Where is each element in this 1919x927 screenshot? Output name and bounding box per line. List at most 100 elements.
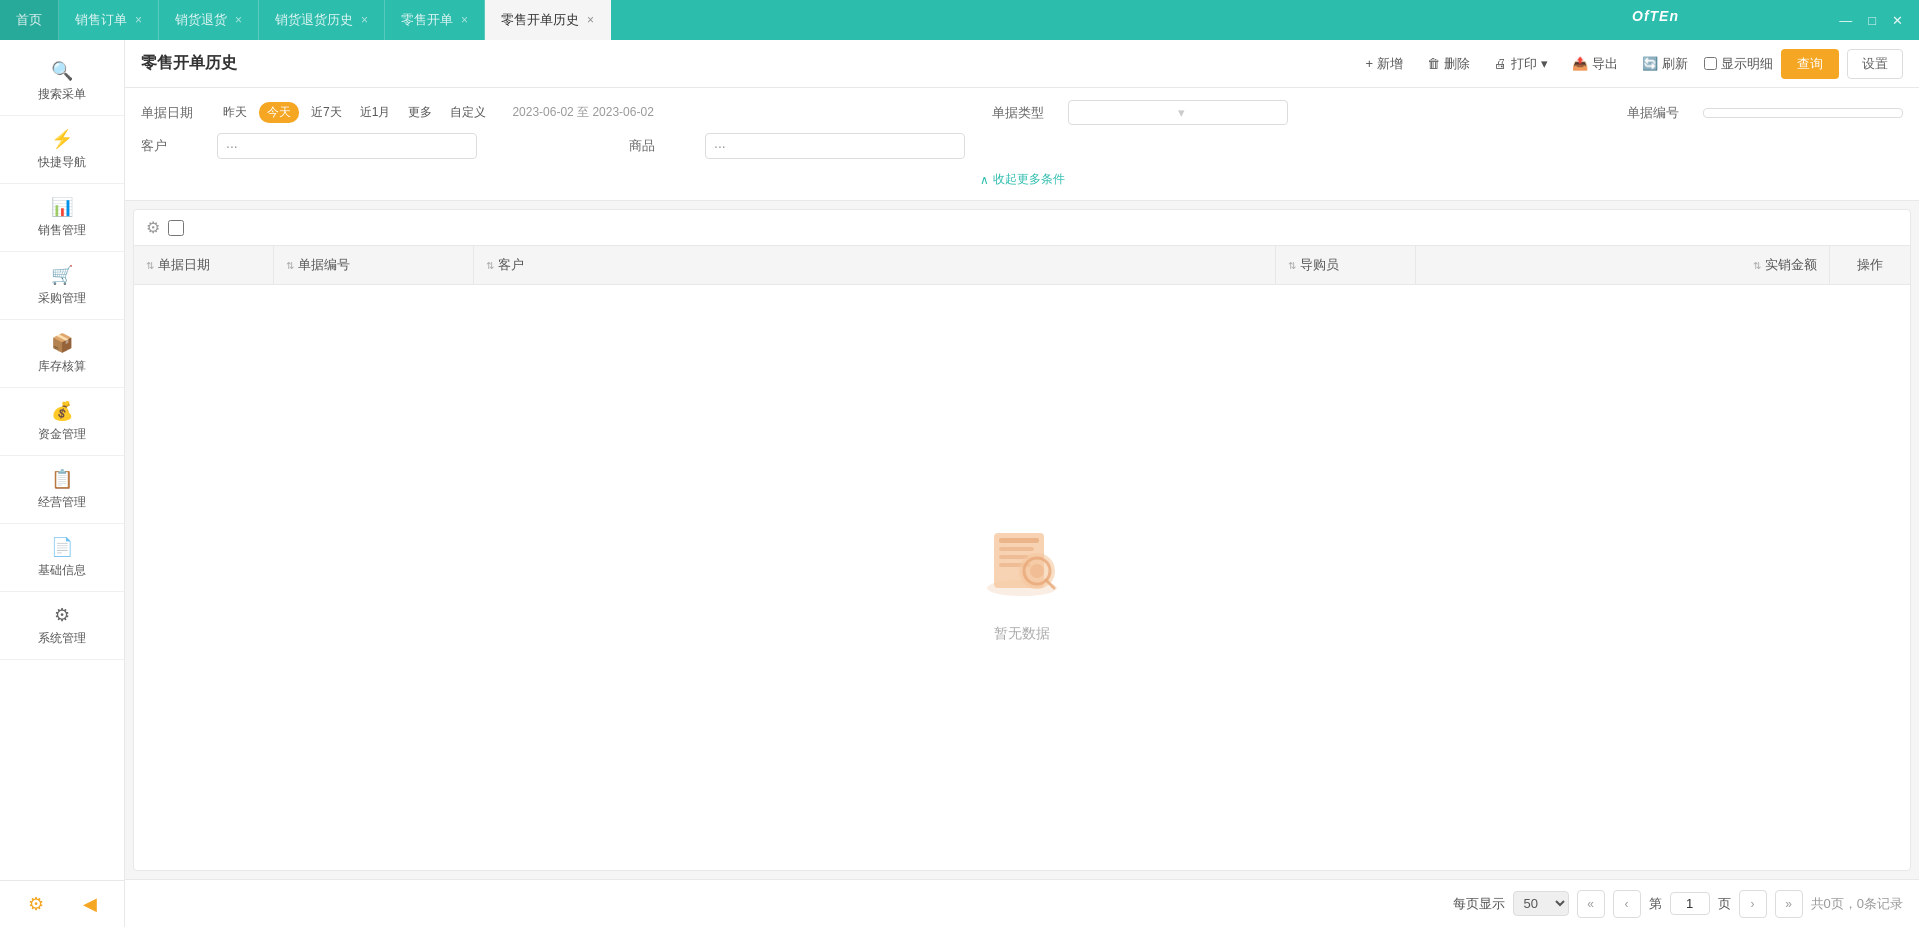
add-icon: + bbox=[1365, 56, 1373, 71]
refresh-icon: 🔄 bbox=[1642, 56, 1658, 71]
goods-input[interactable]: ··· bbox=[705, 133, 965, 159]
search-icon: 🔍 bbox=[51, 60, 73, 82]
first-page-button[interactable]: « bbox=[1577, 890, 1605, 918]
date-range-text: 2023-06-02 至 2023-06-02 bbox=[512, 104, 653, 121]
query-button[interactable]: 查询 bbox=[1781, 49, 1839, 79]
date-btn-last-month[interactable]: 近1月 bbox=[354, 102, 397, 123]
maximize-button[interactable]: □ bbox=[1868, 13, 1876, 28]
tab-close-sales-return[interactable]: × bbox=[235, 13, 242, 27]
sort-customer-icon[interactable]: ⇅ bbox=[486, 260, 494, 271]
date-filter-buttons: 昨天今天近7天近1月更多自定义 bbox=[217, 102, 492, 123]
sort-amount-icon[interactable]: ⇅ bbox=[1753, 260, 1761, 271]
sidebar-item-finance[interactable]: 💰 资金管理 bbox=[0, 388, 124, 456]
empty-illustration bbox=[972, 513, 1072, 613]
sidebar-item-basic-info[interactable]: 📄 基础信息 bbox=[0, 524, 124, 592]
page-size-select[interactable]: 50 10 20 100 bbox=[1513, 891, 1569, 916]
doc-num-input[interactable] bbox=[1703, 108, 1903, 118]
date-btn-more[interactable]: 更多 bbox=[402, 102, 438, 123]
sidebar-item-search[interactable]: 🔍 搜索采单 bbox=[0, 48, 124, 116]
sort-guide-icon[interactable]: ⇅ bbox=[1288, 260, 1296, 271]
tab-close-retail-open-history[interactable]: × bbox=[587, 13, 594, 27]
tab-close-sales-return-history[interactable]: × bbox=[361, 13, 368, 27]
tab-retail-open[interactable]: 零售开单× bbox=[385, 0, 485, 40]
date-btn-today[interactable]: 今天 bbox=[259, 102, 299, 123]
export-button[interactable]: 📤 导出 bbox=[1564, 51, 1626, 77]
goods-label: 商品 bbox=[629, 137, 689, 155]
table-area: ⚙ ⇅ 单据日期 ⇅ 单据编号 ⇅ 客户 ⇅ 导购员 bbox=[133, 209, 1911, 871]
purchase-icon: 🛒 bbox=[51, 264, 73, 286]
filter-row-2: 客户 ··· 商品 ··· bbox=[141, 133, 1903, 159]
sidebar-label-operations: 经营管理 bbox=[38, 494, 86, 511]
settings-bottom-button[interactable]: ⚙ bbox=[28, 893, 44, 915]
date-btn-last7[interactable]: 近7天 bbox=[305, 102, 348, 123]
doc-type-select[interactable]: ▾ bbox=[1068, 100, 1288, 125]
svg-rect-3 bbox=[999, 547, 1034, 551]
page-title: 零售开单历史 bbox=[141, 53, 237, 74]
sidebar-item-operations[interactable]: 📋 经营管理 bbox=[0, 456, 124, 524]
sidebar-label-finance: 资金管理 bbox=[38, 426, 86, 443]
tab-retail-open-history[interactable]: 零售开单历史× bbox=[485, 0, 611, 40]
total-info: 共0页，0条记录 bbox=[1811, 895, 1903, 913]
th-customer: ⇅ 客户 bbox=[474, 246, 1276, 284]
tab-close-retail-open[interactable]: × bbox=[461, 13, 468, 27]
sidebar-item-inventory[interactable]: 📦 库存核算 bbox=[0, 320, 124, 388]
tab-sales-return-history[interactable]: 销货退货历史× bbox=[259, 0, 385, 40]
sidebar-label-basic-info: 基础信息 bbox=[38, 562, 86, 579]
th-ops: 操作 bbox=[1830, 246, 1910, 284]
sidebar-label-system: 系统管理 bbox=[38, 630, 86, 647]
show-detail-checkbox[interactable] bbox=[1704, 57, 1717, 70]
inventory-icon: 📦 bbox=[51, 332, 73, 354]
delete-icon: 🗑 bbox=[1427, 56, 1440, 71]
th-amount: ⇅ 实销金额 bbox=[1416, 246, 1830, 284]
close-button[interactable]: ✕ bbox=[1892, 13, 1903, 28]
page-size-label: 每页显示 bbox=[1453, 895, 1505, 913]
filter-row-1: 单据日期 昨天今天近7天近1月更多自定义 2023-06-02 至 2023-0… bbox=[141, 100, 1903, 125]
date-btn-yesterday[interactable]: 昨天 bbox=[217, 102, 253, 123]
collapse-filter-bar[interactable]: ∧ 收起更多条件 bbox=[141, 167, 1903, 192]
minimize-button[interactable]: — bbox=[1839, 13, 1852, 28]
doc-num-label: 单据编号 bbox=[1627, 104, 1687, 122]
tab-sales-order[interactable]: 销售订单× bbox=[59, 0, 159, 40]
table-settings-icon[interactable]: ⚙ bbox=[146, 218, 160, 237]
print-button[interactable]: 🖨 打印 ▾ bbox=[1486, 51, 1556, 77]
date-btn-custom[interactable]: 自定义 bbox=[444, 102, 492, 123]
date-filter-label: 单据日期 bbox=[141, 104, 201, 122]
sales-icon: 📊 bbox=[51, 196, 73, 218]
prev-page-button[interactable]: ‹ bbox=[1613, 890, 1641, 918]
customer-input[interactable]: ··· bbox=[217, 133, 477, 159]
doc-type-label: 单据类型 bbox=[992, 104, 1052, 122]
header-actions: + 新增 🗑 删除 🖨 打印 ▾ 📤 导出 🔄 bbox=[1357, 49, 1903, 79]
next-page-button[interactable]: › bbox=[1739, 890, 1767, 918]
refresh-button[interactable]: 🔄 刷新 bbox=[1634, 51, 1696, 77]
tab-close-sales-order[interactable]: × bbox=[135, 13, 142, 27]
collapse-sidebar-button[interactable]: ◀ bbox=[83, 893, 97, 915]
print-chevron-icon: ▾ bbox=[1541, 56, 1548, 71]
empty-text: 暂无数据 bbox=[994, 625, 1050, 643]
sort-num-icon[interactable]: ⇅ bbox=[286, 260, 294, 271]
page-number-input[interactable] bbox=[1670, 892, 1710, 915]
delete-button[interactable]: 🗑 删除 bbox=[1419, 51, 1478, 77]
setting-button[interactable]: 设置 bbox=[1847, 49, 1903, 79]
add-button[interactable]: + 新增 bbox=[1357, 51, 1411, 77]
sidebar-item-system[interactable]: ⚙ 系统管理 bbox=[0, 592, 124, 660]
main-layout: 🔍 搜索采单 ⚡ 快捷导航 📊 销售管理 🛒 采购管理 📦 库存核算 💰 资金管… bbox=[0, 40, 1919, 927]
tab-sales-return[interactable]: 销货退货× bbox=[159, 0, 259, 40]
sort-date-icon[interactable]: ⇅ bbox=[146, 260, 154, 271]
export-icon: 📤 bbox=[1572, 56, 1588, 71]
show-detail-checkbox-label[interactable]: 显示明细 bbox=[1704, 55, 1773, 73]
finance-icon: 💰 bbox=[51, 400, 73, 422]
filter-area: 单据日期 昨天今天近7天近1月更多自定义 2023-06-02 至 2023-0… bbox=[125, 88, 1919, 201]
svg-point-9 bbox=[1030, 564, 1044, 578]
sidebar-item-purchase[interactable]: 🛒 采购管理 bbox=[0, 252, 124, 320]
select-all-checkbox[interactable] bbox=[168, 220, 184, 236]
tab-home[interactable]: 首页 bbox=[0, 0, 59, 40]
collapse-chevron-icon: ∧ bbox=[980, 173, 989, 187]
sidebar-item-sales[interactable]: 📊 销售管理 bbox=[0, 184, 124, 252]
sidebar-label-purchase: 采购管理 bbox=[38, 290, 86, 307]
th-num: ⇅ 单据编号 bbox=[274, 246, 474, 284]
customer-dots: ··· bbox=[226, 138, 238, 154]
print-icon: 🖨 bbox=[1494, 56, 1507, 71]
last-page-button[interactable]: » bbox=[1775, 890, 1803, 918]
top-bar: 首页销售订单×销货退货×销货退货历史×零售开单×零售开单历史× OfTEn — … bbox=[0, 0, 1919, 40]
sidebar-item-quick-nav[interactable]: ⚡ 快捷导航 bbox=[0, 116, 124, 184]
